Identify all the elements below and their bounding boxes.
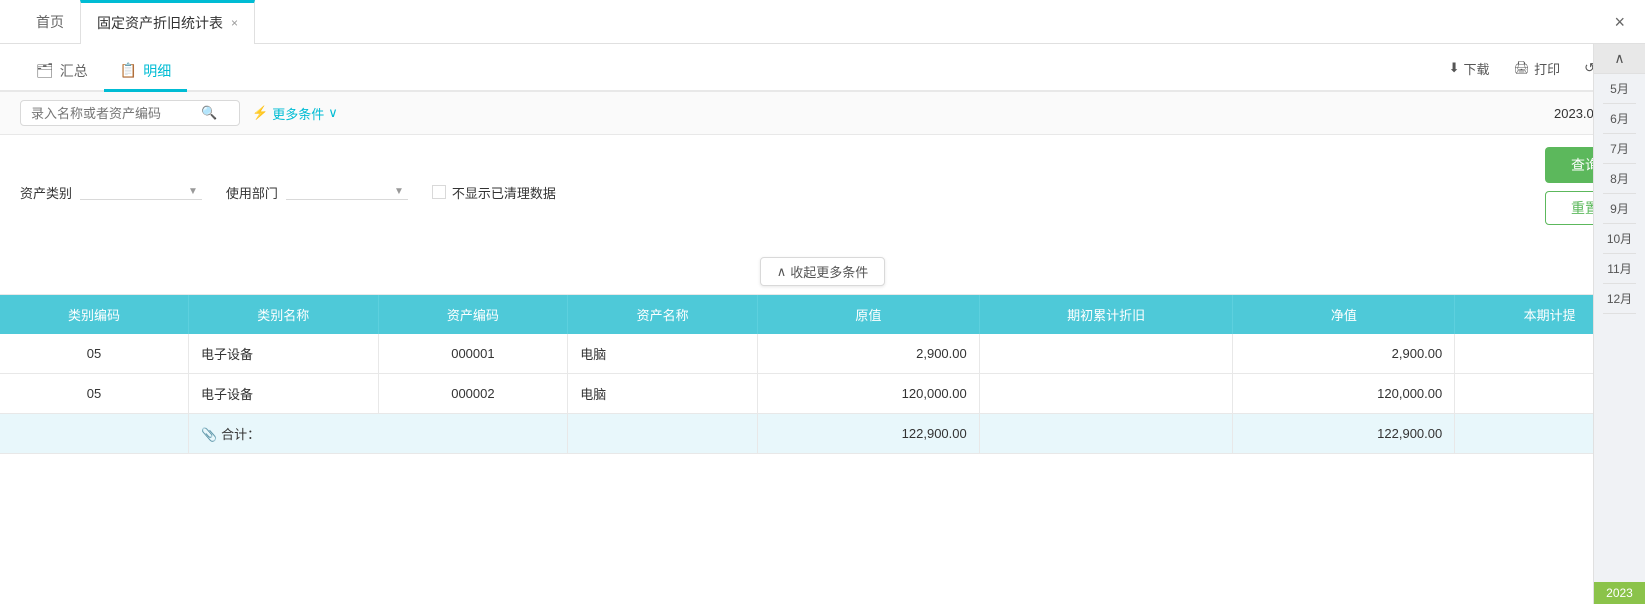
close-tab-icon[interactable]: × <box>231 16 238 30</box>
col-category-code: 类别编码 <box>0 295 188 334</box>
cell-category-code: 05 <box>0 374 188 414</box>
summary-original-value: 122,900.00 <box>757 414 979 454</box>
summary-icon: 🗂 <box>36 62 54 79</box>
summary-spacer-2 <box>979 414 1233 454</box>
chevron-down-icon: ∨ <box>328 105 338 121</box>
top-nav: 首页 固定资产折旧统计表 × × <box>0 0 1645 44</box>
cell-asset-code: 000001 <box>378 334 568 374</box>
cell-asset-name: 电脑 <box>568 334 758 374</box>
summary-icon-cell <box>0 414 188 454</box>
summary-label: 📎合计： <box>188 414 567 454</box>
search-icon[interactable]: 🔍 <box>201 105 217 121</box>
sidebar-month-item[interactable]: 11月 <box>1603 254 1636 284</box>
collapse-bar: ∧ 收起更多条件 <box>20 249 1625 294</box>
search-input[interactable] <box>31 106 201 121</box>
hide-cleared-label: 不显示已清理数据 <box>452 183 556 202</box>
sidebar-scroll-up[interactable]: ∧ <box>1594 44 1645 74</box>
tab-bar: 🗂 汇总 📋 明细 ⬇ 下载 🖨 打印 ↺ 刷新 <box>0 44 1645 92</box>
chevron-up-icon: ∧ <box>777 264 787 280</box>
sidebar-month-item[interactable]: 6月 <box>1603 104 1636 134</box>
col-accumulated-depreciation: 期初累计折旧 <box>979 295 1233 334</box>
download-icon: ⬇ <box>1449 60 1460 76</box>
filter-row-1: 资产类别 ▼ 使用部门 ▼ 不显示已清理数据 查询 重置 <box>20 147 1625 237</box>
sidebar-month-item[interactable]: 7月 <box>1603 134 1636 164</box>
asset-category-field: 资产类别 ▼ <box>20 183 202 202</box>
hide-cleared-field: 不显示已清理数据 <box>432 183 556 202</box>
main-content: 🗂 汇总 📋 明细 ⬇ 下载 🖨 打印 ↺ 刷新 🔍 <box>0 44 1645 604</box>
table-row: 05 电子设备 000002 电脑 120,000.00 120,000.00 <box>0 374 1645 414</box>
assets-table: 类别编码 类别名称 资产编码 资产名称 原值 期初累计折旧 净值 本期计提 05… <box>0 295 1645 454</box>
col-asset-name: 资产名称 <box>568 295 758 334</box>
cell-original-value: 2,900.00 <box>757 334 979 374</box>
summary-spacer-1 <box>568 414 758 454</box>
department-select[interactable]: ▼ <box>286 184 408 200</box>
summary-icon: 📎 <box>201 427 217 442</box>
col-net-value: 净值 <box>1233 295 1455 334</box>
cell-asset-name: 电脑 <box>568 374 758 414</box>
cell-accumulated-depreciation <box>979 374 1233 414</box>
cell-category-code: 05 <box>0 334 188 374</box>
asset-category-select[interactable]: ▼ <box>80 184 202 200</box>
department-label: 使用部门 <box>226 183 278 202</box>
home-tab[interactable]: 首页 <box>20 0 80 44</box>
sidebar-month-item[interactable]: 10月 <box>1603 224 1636 254</box>
asset-category-label: 资产类别 <box>20 183 72 202</box>
hide-cleared-checkbox[interactable] <box>432 185 446 199</box>
download-btn[interactable]: ⬇ 下载 <box>1449 59 1490 78</box>
tab-detail[interactable]: 📋 明细 <box>104 52 187 92</box>
category-dropdown-icon: ▼ <box>188 186 198 197</box>
sidebar-month-item[interactable]: 8月 <box>1603 164 1636 194</box>
cell-net-value: 2,900.00 <box>1233 334 1455 374</box>
sidebar-month-item[interactable]: 12月 <box>1603 284 1636 314</box>
year-badge: 2023 <box>1594 582 1645 604</box>
table-header-row: 类别编码 类别名称 资产编码 资产名称 原值 期初累计折旧 净值 本期计提 <box>0 295 1645 334</box>
tab-summary[interactable]: 🗂 汇总 <box>20 52 104 92</box>
summary-row: 📎合计： 122,900.00 122,900.00 <box>0 414 1645 454</box>
month-list: 5月6月7月8月9月10月11月12月 <box>1603 74 1636 314</box>
detail-icon: 📋 <box>120 62 137 79</box>
col-asset-code: 资产编码 <box>378 295 568 334</box>
print-btn[interactable]: 🖨 打印 <box>1514 59 1561 78</box>
col-category-name: 类别名称 <box>188 295 378 334</box>
cell-asset-code: 000002 <box>378 374 568 414</box>
department-field: 使用部门 ▼ <box>226 183 408 202</box>
sidebar-month-item[interactable]: 9月 <box>1603 194 1636 224</box>
department-dropdown-icon: ▼ <box>394 186 404 197</box>
col-original-value: 原值 <box>757 295 979 334</box>
cell-net-value: 120,000.00 <box>1233 374 1455 414</box>
filter-bar: 🔍 ⚡ 更多条件 ∨ 2023.01 › <box>0 92 1645 135</box>
table-row: 05 电子设备 000001 电脑 2,900.00 2,900.00 <box>0 334 1645 374</box>
advanced-filter: 资产类别 ▼ 使用部门 ▼ 不显示已清理数据 查询 重置 <box>0 135 1645 295</box>
filter-icon: ⚡ <box>252 105 268 121</box>
print-icon: 🖨 <box>1514 60 1531 76</box>
more-conditions-btn[interactable]: ⚡ 更多条件 ∨ <box>252 104 338 123</box>
active-tab[interactable]: 固定资产折旧统计表 × <box>80 0 255 44</box>
right-sidebar: ∧ 5月6月7月8月9月10月11月12月 2023 <box>1593 44 1645 604</box>
tab-title: 固定资产折旧统计表 <box>97 13 223 33</box>
collapse-button[interactable]: ∧ 收起更多条件 <box>760 257 886 286</box>
cell-original-value: 120,000.00 <box>757 374 979 414</box>
summary-net-value: 122,900.00 <box>1233 414 1455 454</box>
sidebar-month-item[interactable]: 5月 <box>1603 74 1636 104</box>
close-window-icon[interactable]: × <box>1614 0 1625 44</box>
data-table: 类别编码 类别名称 资产编码 资产名称 原值 期初累计折旧 净值 本期计提 05… <box>0 295 1645 604</box>
search-box: 🔍 <box>20 100 240 126</box>
cell-category-name: 电子设备 <box>188 374 378 414</box>
cell-category-name: 电子设备 <box>188 334 378 374</box>
cell-accumulated-depreciation <box>979 334 1233 374</box>
